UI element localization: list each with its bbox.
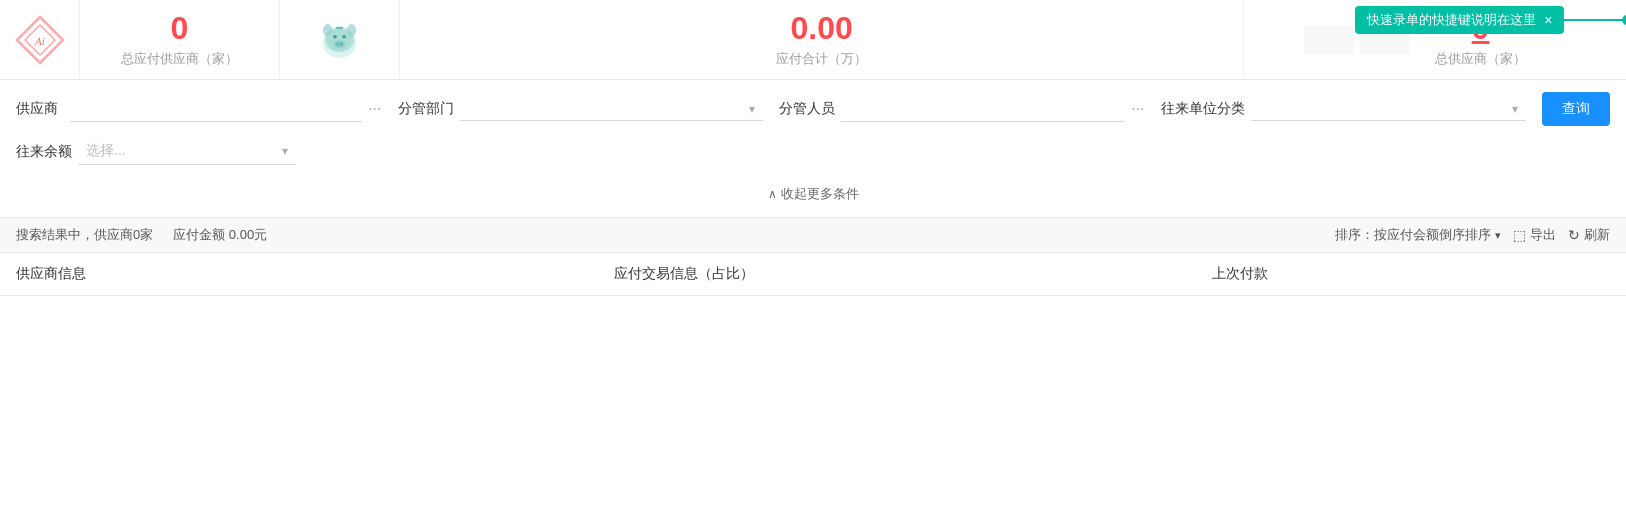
diamond-icon: Ai xyxy=(15,15,65,65)
export-button[interactable]: ⬚ 导出 xyxy=(1513,226,1556,244)
stat-total-suppliers: 快速录单的快捷键说明在这里 × 0 总供应商（家） xyxy=(1244,0,1626,79)
person-filter: 分管人员 ··· xyxy=(779,97,1145,122)
svg-point-10 xyxy=(340,43,343,46)
svg-text:Ai: Ai xyxy=(34,35,45,47)
table-body xyxy=(0,296,1626,515)
shortcut-tooltip: 快速录单的快捷键说明在这里 × xyxy=(1355,6,1564,34)
tooltip-dot xyxy=(1622,15,1626,25)
payable-suppliers-label: 总应付供应商（家） xyxy=(121,50,238,68)
department-select[interactable]: ▾ xyxy=(460,98,764,121)
svg-rect-13 xyxy=(336,27,343,29)
balance-select[interactable]: 选择... ▾ xyxy=(78,138,296,165)
pig-icon xyxy=(312,12,367,67)
payable-total-label: 应付合计（万） xyxy=(776,50,867,68)
department-filter: 分管部门 ▾ xyxy=(398,98,764,121)
unit-category-select[interactable]: ▾ xyxy=(1251,98,1527,121)
supplier-dots[interactable]: ··· xyxy=(368,100,381,118)
tooltip-text: 快速录单的快捷键说明在这里 xyxy=(1367,11,1536,29)
collapse-label: 收起更多条件 xyxy=(781,185,859,203)
svg-point-12 xyxy=(342,35,346,39)
svg-point-9 xyxy=(336,43,339,46)
supplier-input[interactable] xyxy=(70,97,362,122)
table-header: 供应商信息 应付交易信息（占比） 上次付款 xyxy=(0,253,1626,296)
supplier-label: 供应商 xyxy=(16,100,64,118)
filter-row-2: 往来余额 选择... ▾ xyxy=(16,138,1610,165)
collapse-up-icon: ∧ xyxy=(768,187,777,201)
total-suppliers-label: 总供应商（家） xyxy=(1435,50,1526,68)
result-info-text: 搜索结果中，供应商0家 xyxy=(16,226,153,244)
query-button[interactable]: 查询 xyxy=(1542,92,1610,126)
result-actions: 排序：按应付会额倒序排序 ▾ ⬚ 导出 ↻ 刷新 xyxy=(1335,226,1610,244)
collapse-button[interactable]: ∧ 收起更多条件 xyxy=(752,181,875,207)
department-label: 分管部门 xyxy=(398,100,454,118)
balance-select-text: 选择... xyxy=(86,142,282,160)
stat-payable-suppliers: 0 总应付供应商（家） xyxy=(80,0,280,79)
filter-bar: 供应商 ··· 分管部门 ▾ 分管人员 ··· 往来单位分类 ▾ xyxy=(0,80,1626,218)
svg-point-8 xyxy=(334,40,345,47)
payable-suppliers-number: 0 xyxy=(171,11,189,46)
stats-bar: Ai 0 总应付供应商（家） 0.00 应付合计（万） xyxy=(0,0,1626,80)
result-bar: 搜索结果中，供应商0家 应付金额 0.00元 排序：按应付会额倒序排序 ▾ ⬚ … xyxy=(0,218,1626,253)
unit-category-chevron-icon: ▾ xyxy=(1512,102,1518,116)
result-info-group: 搜索结果中，供应商0家 应付金额 0.00元 xyxy=(16,226,267,244)
tooltip-close-icon[interactable]: × xyxy=(1544,13,1552,27)
col-last-payment-header: 上次付款 xyxy=(1212,265,1611,283)
export-icon: ⬚ xyxy=(1513,227,1526,243)
balance-label: 往来余额 xyxy=(16,143,72,161)
supplier-filter: 供应商 ··· xyxy=(16,97,382,122)
col-payable-info-header: 应付交易信息（占比） xyxy=(614,265,1212,283)
result-amount-text: 应付金额 0.00元 xyxy=(173,226,267,244)
person-dots[interactable]: ··· xyxy=(1131,100,1144,118)
mid-icon-area xyxy=(280,0,400,79)
person-input[interactable] xyxy=(841,97,1125,122)
unit-category-label: 往来单位分类 xyxy=(1161,100,1245,118)
svg-point-11 xyxy=(333,35,337,39)
sort-button[interactable]: 排序：按应付会额倒序排序 ▾ xyxy=(1335,226,1501,244)
logo-area: Ai xyxy=(0,0,80,79)
refresh-label: 刷新 xyxy=(1584,226,1610,244)
department-chevron-icon: ▾ xyxy=(749,102,755,116)
balance-chevron-icon: ▾ xyxy=(282,144,288,158)
payable-total-number: 0.00 xyxy=(791,11,853,46)
sort-label: 排序：按应付会额倒序排序 xyxy=(1335,226,1491,244)
person-label: 分管人员 xyxy=(779,100,835,118)
export-label: 导出 xyxy=(1530,226,1556,244)
collapse-row: ∧ 收起更多条件 xyxy=(16,177,1610,217)
unit-category-filter: 往来单位分类 ▾ xyxy=(1161,98,1527,121)
stat-payable-total: 0.00 应付合计（万） xyxy=(400,0,1244,79)
col-supplier-info-header: 供应商信息 xyxy=(16,265,614,283)
refresh-icon: ↻ xyxy=(1568,227,1580,243)
refresh-button[interactable]: ↻ 刷新 xyxy=(1568,226,1610,244)
balance-filter: 往来余额 选择... ▾ xyxy=(16,138,296,165)
sort-chevron-icon: ▾ xyxy=(1495,229,1501,242)
filter-row-1: 供应商 ··· 分管部门 ▾ 分管人员 ··· 往来单位分类 ▾ xyxy=(16,92,1610,126)
